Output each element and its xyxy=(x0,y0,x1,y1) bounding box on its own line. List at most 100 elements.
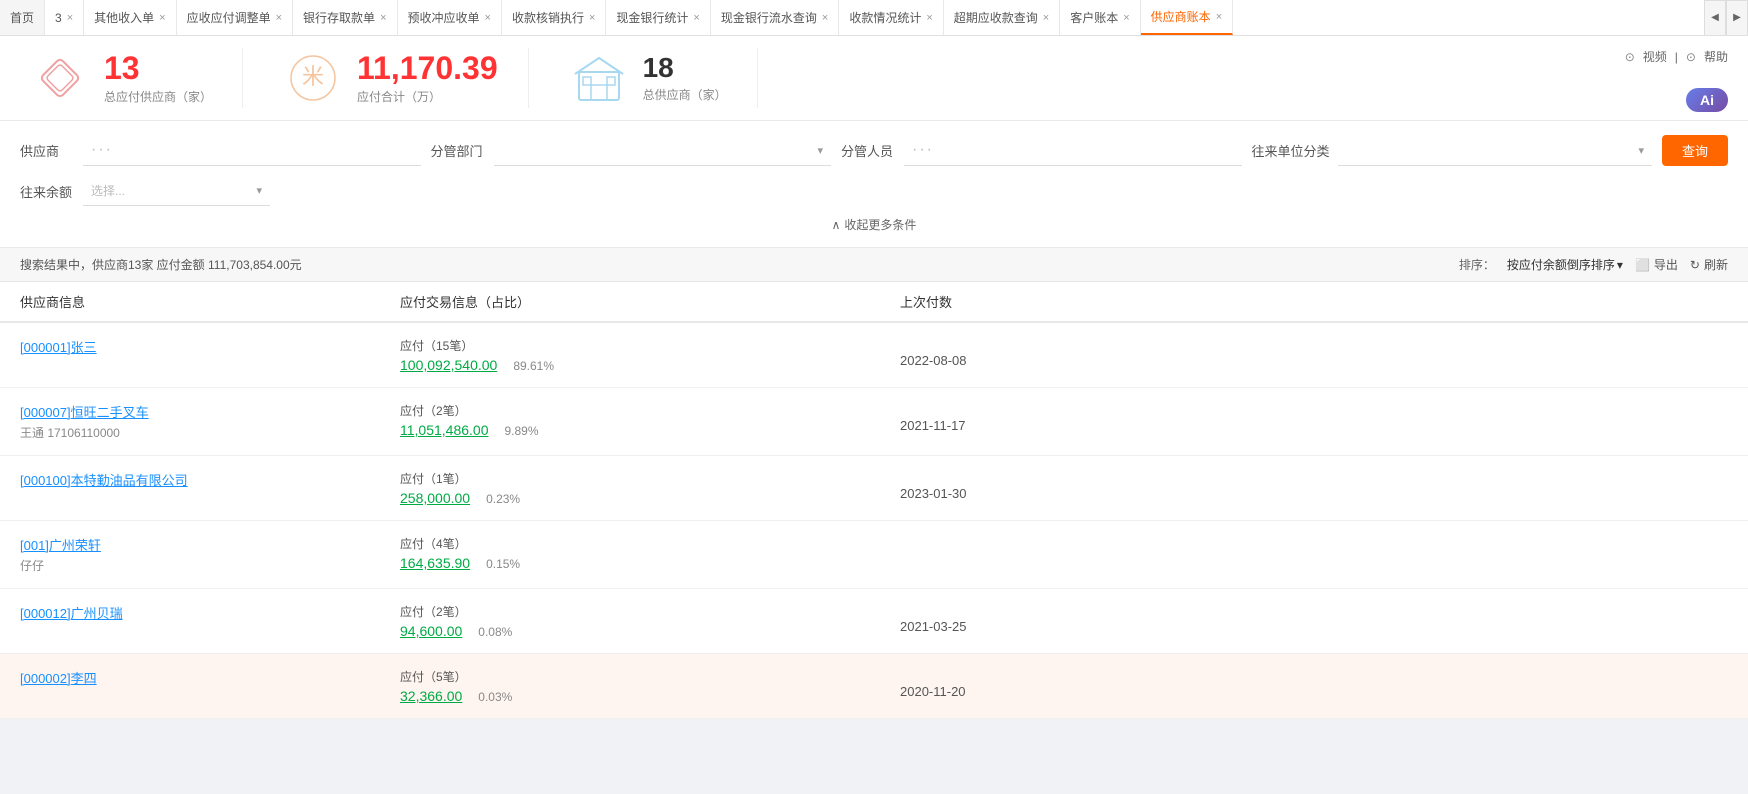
nav-tab-receipt-verify-label: 收款核销执行 xyxy=(512,9,584,26)
stat-payable-suppliers: 13 总应付供应商（家） xyxy=(20,48,243,108)
trans-pct-3: 0.23% xyxy=(486,492,520,506)
last-payment-5: 2021-03-25 xyxy=(900,603,1728,634)
result-summary: 搜索结果中，供应商13家 应付金额 111,703,854.00元 xyxy=(20,256,302,273)
stat-total-suppliers-label: 总供应商（家） xyxy=(643,86,727,103)
filter-balance-input[interactable]: 选择... ▾ xyxy=(83,176,270,206)
last-payment-4 xyxy=(900,535,1728,551)
nav-tab-bank-deposit[interactable]: 银行存取款单 × xyxy=(293,0,397,35)
nav-tab-other-income-label: 其他收入单 xyxy=(94,9,154,26)
table-row: [000100]本特勤油品有限公司 应付（1笔） 258,000.00 0.23… xyxy=(0,456,1748,521)
chevron-down-icon: ▾ xyxy=(1638,144,1644,157)
rice-icon: 米 xyxy=(283,48,343,108)
nav-tab-receipt-stat[interactable]: 收款情况统计 × xyxy=(839,0,943,35)
query-button[interactable]: 查询 xyxy=(1662,135,1728,166)
stat-payable-suppliers-number: 13 xyxy=(104,52,212,84)
close-icon[interactable]: × xyxy=(485,12,491,24)
transaction-info-2: 应付（2笔） 11,051,486.00 9.89% xyxy=(400,402,900,438)
close-icon[interactable]: × xyxy=(380,12,386,24)
chevron-up-icon: ∧ xyxy=(832,218,841,232)
supplier-link-4[interactable]: [001]广州荣轩 xyxy=(20,538,101,553)
filter-section: 供应商 ··· 分管部门 ▾ 分管人员 ··· 往来单位分类 ▾ xyxy=(0,121,1748,248)
nav-tab-customer-ledger-label: 客户账本 xyxy=(1070,9,1118,26)
nav-tab-pre-receive[interactable]: 预收冲应收单 × xyxy=(398,0,502,35)
supplier-link-6[interactable]: [000002]李四 xyxy=(20,671,97,686)
supplier-name-3: 本特勤油品有限公司 xyxy=(71,473,188,488)
filter-supplier-input[interactable]: ··· xyxy=(83,136,421,166)
close-icon[interactable]: × xyxy=(67,12,73,24)
close-icon[interactable]: × xyxy=(926,12,932,24)
transaction-info-3: 应付（1笔） 258,000.00 0.23% xyxy=(400,470,900,506)
refresh-button[interactable]: ↻ 刷新 xyxy=(1690,256,1728,273)
close-icon[interactable]: × xyxy=(1123,12,1129,24)
filter-person-dots: ··· xyxy=(912,141,934,159)
trans-label-6: 应付（5笔） xyxy=(400,668,900,685)
close-icon[interactable]: × xyxy=(1043,12,1049,24)
transaction-info-5: 应付（2笔） 94,600.00 0.08% xyxy=(400,603,900,639)
nav-tab-receipt-verify[interactable]: 收款核销执行 × xyxy=(502,0,606,35)
nav-arrows: ◀ ▶ xyxy=(1704,0,1748,36)
video-link[interactable]: 视频 xyxy=(1643,48,1667,65)
nav-tab-cash-bank-stat[interactable]: 现金银行统计 × xyxy=(606,0,710,35)
nav-tab-cash-bank-stat-label: 现金银行统计 xyxy=(616,9,688,26)
supplier-info-3: [000100]本特勤油品有限公司 xyxy=(20,470,400,492)
export-button[interactable]: ⬜ 导出 xyxy=(1635,256,1678,273)
transaction-info-4: 应付（4笔） 164,635.90 0.15% xyxy=(400,535,900,571)
supplier-info-6: [000002]李四 xyxy=(20,668,400,690)
chevron-down-icon: ▾ xyxy=(256,184,262,197)
col-header-supplier: 供应商信息 xyxy=(20,292,400,311)
trans-pct-5: 0.08% xyxy=(478,625,512,639)
supplier-name-4: 广州荣轩 xyxy=(49,538,101,553)
trans-amount-6[interactable]: 32,366.00 xyxy=(400,688,462,704)
close-icon[interactable]: × xyxy=(159,12,165,24)
stats-bar: 13 总应付供应商（家） 米 11,170.39 应付合计（万） xyxy=(0,36,1748,121)
collapse-button[interactable]: ∧ 收起更多条件 xyxy=(20,216,1728,233)
trans-pct-4: 0.15% xyxy=(486,557,520,571)
supplier-info-2: [000007]恒旺二手叉车 王通 17106110000 xyxy=(20,402,400,441)
close-icon[interactable]: × xyxy=(693,12,699,24)
supplier-code-2: [000007] xyxy=(20,405,71,420)
supplier-sub-2: 王通 17106110000 xyxy=(20,424,400,441)
trans-amount-4[interactable]: 164,635.90 xyxy=(400,555,470,571)
supplier-link-5[interactable]: [000012]广州贝瑞 xyxy=(20,606,123,621)
supplier-link-3[interactable]: [000100]本特勤油品有限公司 xyxy=(20,473,188,488)
nav-arrow-left[interactable]: ◀ xyxy=(1704,0,1726,36)
nav-tab-cash-bank-flow[interactable]: 现金银行流水查询 × xyxy=(711,0,839,35)
trans-amount-2[interactable]: 11,051,486.00 xyxy=(400,422,489,438)
nav-tab-supplier-ledger[interactable]: 供应商账本 × xyxy=(1141,0,1233,35)
stat-total-suppliers-number: 18 xyxy=(643,54,727,82)
ai-button[interactable]: Ai xyxy=(1686,88,1728,112)
filter-supplier-dots: ··· xyxy=(91,141,113,159)
trans-amount-3[interactable]: 258,000.00 xyxy=(400,490,470,506)
nav-tab-3-label: 3 xyxy=(55,11,62,25)
filter-department-input[interactable]: ▾ xyxy=(494,136,832,166)
sort-select[interactable]: 按应付余额倒序排序 ▾ xyxy=(1507,256,1623,273)
supplier-link-2[interactable]: [000007]恒旺二手叉车 xyxy=(20,405,149,420)
filter-balance-label: 往来余额 xyxy=(20,182,75,201)
stat-payable-amount: 米 11,170.39 应付合计（万） xyxy=(273,48,529,108)
help-link[interactable]: 帮助 xyxy=(1704,48,1728,65)
supplier-link-1[interactable]: [000001]张三 xyxy=(20,340,97,355)
supplier-name-5: 广州贝瑞 xyxy=(71,606,123,621)
nav-arrow-right[interactable]: ▶ xyxy=(1726,0,1748,36)
nav-tab-ar-ap-adjust[interactable]: 应收应付调整单 × xyxy=(177,0,293,35)
stat-total-suppliers: 18 总供应商（家） xyxy=(559,48,758,108)
close-icon[interactable]: × xyxy=(276,12,282,24)
close-icon[interactable]: × xyxy=(589,12,595,24)
nav-tab-3[interactable]: 3 × xyxy=(45,0,84,35)
supplier-code-3: [000100] xyxy=(20,473,71,488)
filter-unit-category: 往来单位分类 ▾ xyxy=(1252,136,1653,166)
filter-balance: 往来余额 选择... ▾ xyxy=(20,176,270,206)
close-icon[interactable]: × xyxy=(822,12,828,24)
nav-tab-customer-ledger[interactable]: 客户账本 × xyxy=(1060,0,1140,35)
filter-person-input[interactable]: ··· xyxy=(904,136,1242,166)
stat-payable-amount-number: 11,170.39 xyxy=(357,52,498,84)
nav-tab-other-income[interactable]: 其他收入单 × xyxy=(84,0,176,35)
nav-tab-home[interactable]: 首页 xyxy=(0,0,45,35)
filter-unit-category-input[interactable]: ▾ xyxy=(1338,136,1652,166)
table-row: [001]广州荣轩 仔仔 应付（4笔） 164,635.90 0.15% xyxy=(0,521,1748,589)
close-icon[interactable]: × xyxy=(1216,11,1222,23)
trans-amount-1[interactable]: 100,092,540.00 xyxy=(400,357,497,373)
chevron-down-icon: ▾ xyxy=(817,144,823,157)
nav-tab-overdue-ar[interactable]: 超期应收款查询 × xyxy=(944,0,1060,35)
trans-amount-5[interactable]: 94,600.00 xyxy=(400,623,462,639)
